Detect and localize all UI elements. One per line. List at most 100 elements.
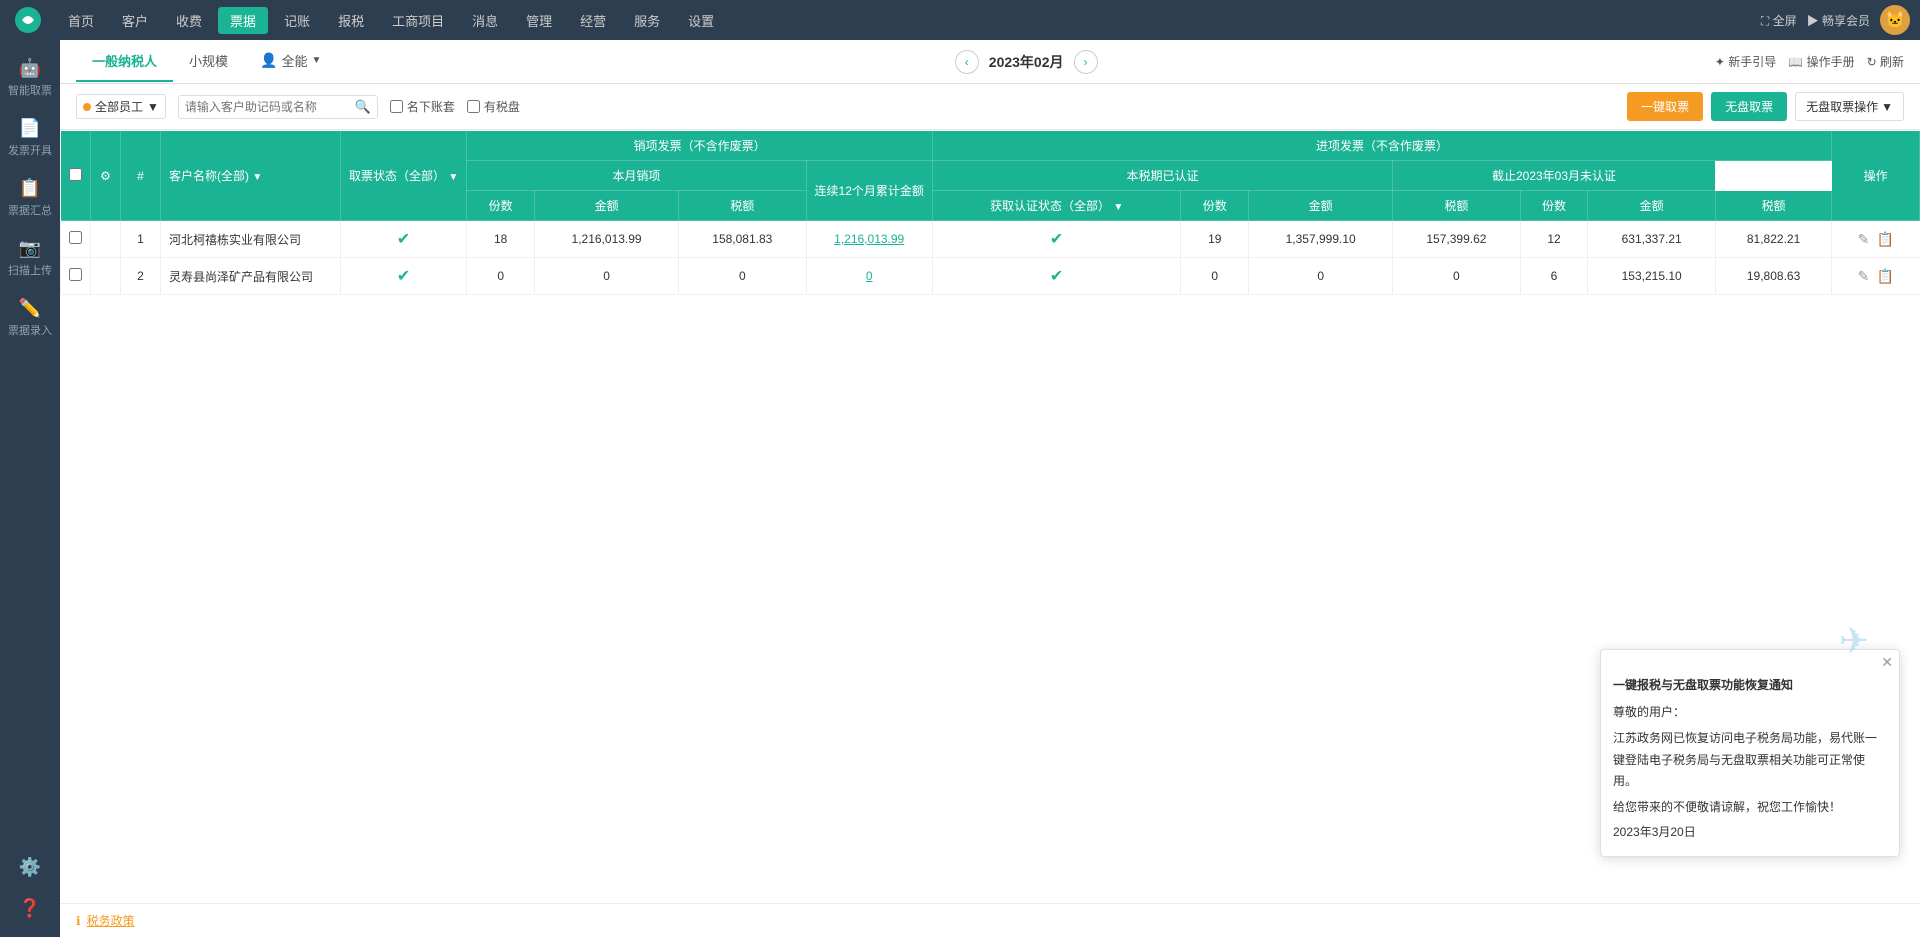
- row-purch-shares: 19: [1181, 221, 1249, 258]
- top-right-actions: ✦ 新手引导 📖 操作手册 ↻ 刷新: [1715, 53, 1904, 70]
- nav-accounting[interactable]: 记账: [272, 7, 322, 34]
- sidebar-item-help[interactable]: ❓: [0, 890, 60, 927]
- checkbox-tax-disk[interactable]: 有税盘: [467, 98, 520, 115]
- tax-policy-link[interactable]: 税务政策: [87, 912, 135, 929]
- sidebar-item-scan-upload[interactable]: 📷 扫描上传: [0, 230, 60, 286]
- th-customer: 客户名称(全部) ▼: [161, 131, 341, 221]
- detail-icon[interactable]: 📋: [1877, 231, 1894, 247]
- nav-service[interactable]: 服务: [622, 7, 672, 34]
- row-cancel-status: ✔: [341, 221, 467, 258]
- th-sales-amount: 金额: [535, 191, 679, 221]
- row-checkbox[interactable]: [69, 231, 82, 244]
- nav-settings[interactable]: 设置: [676, 7, 726, 34]
- tab-small-scale[interactable]: 小规模: [173, 41, 244, 82]
- edit-icon[interactable]: ✎: [1858, 231, 1870, 247]
- select-all-checkbox[interactable]: [69, 168, 82, 181]
- notification-close-btn[interactable]: ✕: [1881, 654, 1893, 671]
- checkbox-sub-accounts[interactable]: 名下账套: [390, 98, 455, 115]
- nav-customer[interactable]: 客户: [110, 7, 160, 34]
- row-cumulative: 1,216,013.99: [806, 221, 932, 258]
- search-icon[interactable]: 🔍: [355, 99, 371, 115]
- diskless-ticket-btn[interactable]: 无盘取票: [1711, 92, 1787, 121]
- main-table: ⚙ # 客户名称(全部) ▼ 取票状态（全部） ▼ 销项发票（不含作废票） 进项…: [60, 130, 1920, 295]
- nav-operation[interactable]: 经营: [568, 7, 618, 34]
- th-purch-shares: 份数: [1181, 191, 1249, 221]
- nav-invoice[interactable]: 票据: [218, 7, 268, 34]
- row-purch-amount: 0: [1249, 258, 1393, 295]
- th-sales-tax: 税额: [679, 191, 806, 221]
- th-purch-tax: 税额: [1393, 191, 1520, 221]
- row-purch-tax: 0: [1393, 258, 1520, 295]
- fullscreen-btn[interactable]: ⛶ 全屏: [1761, 12, 1797, 29]
- filter-right-actions: 一键取票 无盘取票 无盘取票操作 ▼: [1627, 92, 1904, 121]
- one-click-ticket-btn[interactable]: 一键取票: [1627, 92, 1703, 121]
- notification-header: ✕: [1601, 650, 1899, 675]
- customer-filter-icon[interactable]: ▼: [252, 172, 262, 183]
- th-current-month-sales: 本月销项: [467, 161, 806, 191]
- tax-disk-checkbox[interactable]: [467, 100, 480, 113]
- row-checkbox[interactable]: [69, 268, 82, 281]
- info-icon: ℹ: [76, 914, 81, 928]
- row-settings-cell: [91, 221, 121, 258]
- employee-filter[interactable]: 全部员工 ▼: [76, 94, 166, 119]
- manual-btn[interactable]: 📖 操作手册: [1788, 53, 1854, 70]
- notification-apology: 给您带来的不便敬请谅解，祝您工作愉快！: [1613, 797, 1887, 819]
- tab-all-capable[interactable]: 👤 全能 ▼: [244, 41, 337, 82]
- invoice-entry-icon: ✏️: [19, 298, 41, 319]
- nav-home[interactable]: 首页: [56, 7, 106, 34]
- cumulative-link[interactable]: 1,216,013.99: [834, 232, 904, 246]
- th-cert-status: 获取认证状态（全部） ▼: [932, 191, 1180, 221]
- th-purchase-invoice: 进项发票（不含作废票）: [932, 131, 1831, 161]
- scan-upload-icon: 📷: [19, 238, 41, 259]
- cancel-status-icon: ✔: [397, 268, 410, 285]
- row-settings-cell: [91, 258, 121, 295]
- prev-month-btn[interactable]: ‹: [955, 50, 979, 74]
- nav-tax[interactable]: 报税: [326, 7, 376, 34]
- invoice-open-icon: 📄: [19, 118, 41, 139]
- sidebar-item-invoice-entry[interactable]: ✏️ 票据录入: [0, 290, 60, 346]
- sub-accounts-checkbox[interactable]: [390, 100, 403, 113]
- row-actions: ✎ 📋: [1832, 258, 1920, 295]
- filter-row: 全部员工 ▼ 🔍 名下账套 有税盘 一键取票 无盘取票 无盘取票操作 ▼: [60, 84, 1920, 130]
- cert-status-icon: ✔: [1050, 231, 1063, 248]
- diskless-ticket-ops-btn[interactable]: 无盘取票操作 ▼: [1795, 92, 1904, 121]
- current-date: 2023年02月: [989, 52, 1064, 72]
- sidebar-item-invoice-open[interactable]: 📄 发票开具: [0, 110, 60, 166]
- th-checkbox: [61, 131, 91, 221]
- th-sales-invoice: 销项发票（不含作废票）: [467, 131, 933, 161]
- user-avatar[interactable]: 🐱: [1880, 5, 1910, 35]
- notification-body: 一键报税与无盘取票功能恢复通知 尊敬的用户： 江苏政务网已恢复访问电子税务局功能…: [1601, 675, 1899, 856]
- row-purch-shares: 0: [1181, 258, 1249, 295]
- th-cancel-status: 取票状态（全部） ▼: [341, 131, 467, 221]
- vip-btn[interactable]: ▶ 畅享会员: [1807, 12, 1870, 29]
- next-month-btn[interactable]: ›: [1074, 50, 1098, 74]
- cancel-filter-icon[interactable]: ▼: [448, 172, 458, 183]
- detail-icon[interactable]: 📋: [1877, 268, 1894, 284]
- row-sales-amount: 1,216,013.99: [535, 221, 679, 258]
- notification-greeting: 尊敬的用户：: [1613, 702, 1887, 724]
- edit-icon[interactable]: ✎: [1858, 268, 1870, 284]
- row-cert-status: ✔: [932, 221, 1180, 258]
- cert-filter-icon[interactable]: ▼: [1113, 202, 1123, 213]
- sidebar-item-settings[interactable]: ⚙️: [0, 849, 60, 886]
- row-uncert-shares: 12: [1520, 221, 1588, 258]
- nav-manage[interactable]: 管理: [514, 7, 564, 34]
- tab-general-taxpayer[interactable]: 一般纳税人: [76, 41, 173, 82]
- row-uncert-tax: 81,822.21: [1715, 221, 1831, 258]
- nav-fee[interactable]: 收费: [164, 7, 214, 34]
- nav-business[interactable]: 工商项目: [380, 7, 456, 34]
- sidebar-item-invoice-summary[interactable]: 📋 票据汇总: [0, 170, 60, 226]
- cumulative-link[interactable]: 0: [866, 269, 873, 283]
- sidebar: 🤖 智能取票 📄 发票开具 📋 票据汇总 📷 扫描上传 ✏️ 票据录入 ⚙️ ❓: [0, 40, 60, 937]
- new-guide-btn[interactable]: ✦ 新手引导: [1715, 53, 1776, 70]
- app-logo: [10, 2, 46, 38]
- refresh-btn[interactable]: ↻ 刷新: [1867, 53, 1904, 70]
- sidebar-item-smart-ticket[interactable]: 🤖 智能取票: [0, 50, 60, 106]
- date-navigation: ‹ 2023年02月 ›: [337, 50, 1715, 74]
- tabs-row: 一般纳税人 小规模 👤 全能 ▼ ‹ 2023年02月 › ✦ 新手引导 📖 操…: [60, 40, 1920, 84]
- search-input[interactable]: [185, 100, 351, 114]
- bottom-bar: ℹ 税务政策: [60, 903, 1920, 937]
- row-sales-shares: 18: [467, 221, 535, 258]
- nav-message[interactable]: 消息: [460, 7, 510, 34]
- notification-content: 江苏政务网已恢复访问电子税务局功能，易代账一键登陆电子税务局与无盘取票相关功能可…: [1613, 728, 1887, 793]
